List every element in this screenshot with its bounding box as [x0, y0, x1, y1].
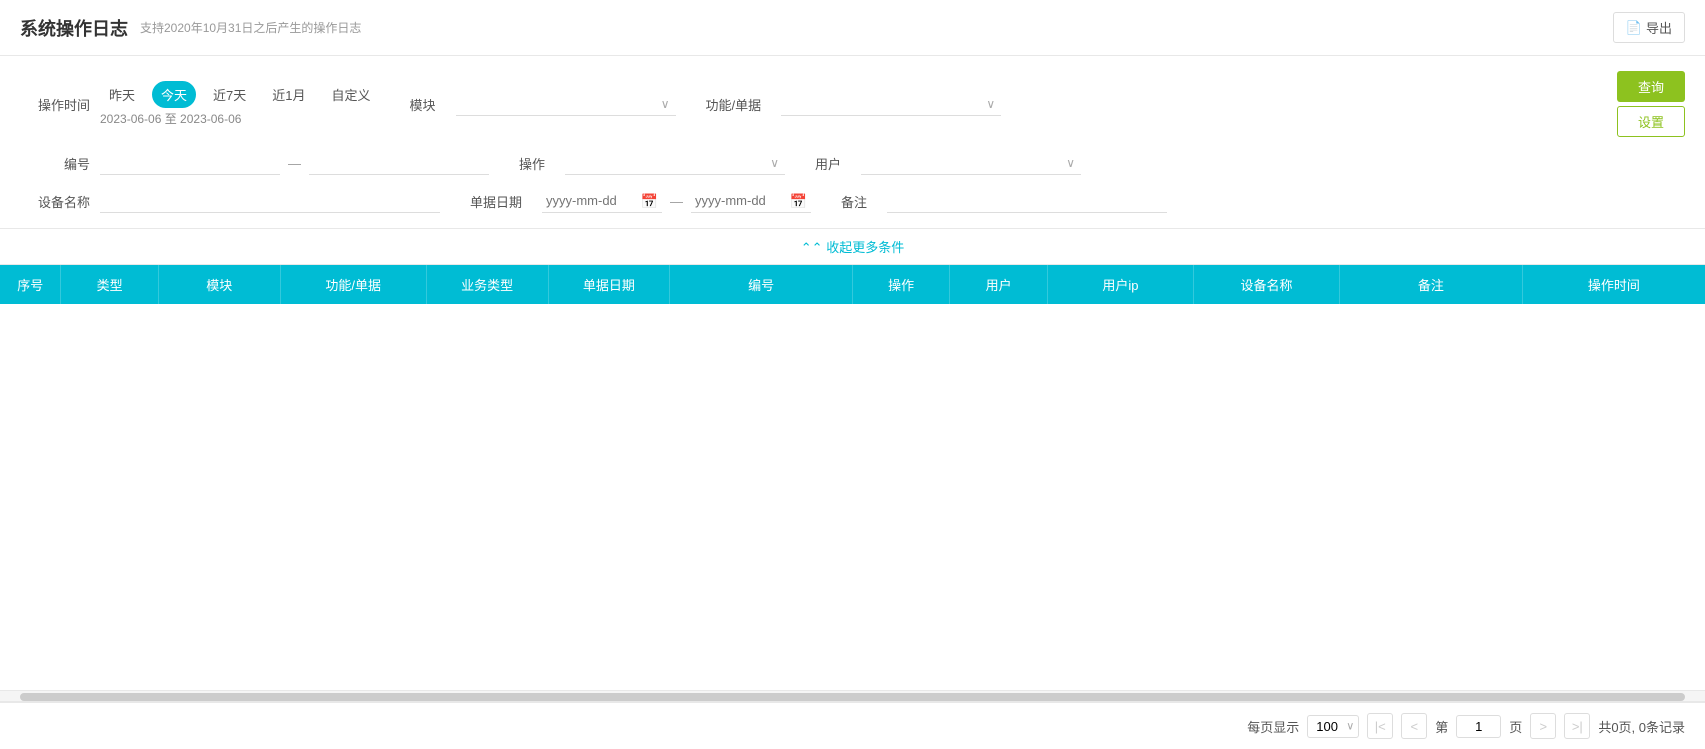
col-seq: 序号 — [0, 265, 61, 304]
module-select[interactable] — [456, 92, 676, 116]
page-label-prefix: 第 — [1435, 717, 1448, 736]
col-operation: 操作 — [852, 265, 949, 304]
col-func: 功能/单据 — [280, 265, 426, 304]
time-label: 操作时间 — [20, 95, 100, 114]
calendar-to-icon[interactable]: 📅 — [790, 193, 807, 210]
total-label: 共0页, 0条记录 — [1598, 717, 1685, 736]
col-user-ip: 用户ip — [1047, 265, 1193, 304]
settings-button[interactable]: 设置 — [1617, 106, 1685, 137]
user-filter: 用户 — [815, 151, 1081, 175]
time-btn-7days[interactable]: 近7天 — [204, 81, 255, 108]
operation-select[interactable] — [565, 151, 785, 175]
page-label-suffix: 页 — [1509, 717, 1522, 736]
module-select-wrapper — [456, 92, 676, 116]
export-button[interactable]: 📄 导出 — [1613, 12, 1685, 43]
col-type: 类型 — [61, 265, 158, 304]
export-label: 导出 — [1646, 18, 1672, 37]
time-btn-1month[interactable]: 近1月 — [263, 81, 314, 108]
col-remark: 备注 — [1340, 265, 1523, 304]
func-select[interactable] — [781, 92, 1001, 116]
module-label: 模块 — [410, 95, 446, 114]
col-biz-type: 业务类型 — [426, 265, 548, 304]
action-buttons: 查询 设置 — [1617, 71, 1685, 137]
scrollbar-area[interactable] — [0, 690, 1705, 702]
doc-date-label: 单据日期 — [470, 192, 532, 211]
num-from-input[interactable] — [100, 151, 280, 175]
empty-area — [0, 304, 1705, 654]
query-button[interactable]: 查询 — [1617, 71, 1685, 102]
time-filter-group: 昨天 今天 近7天 近1月 自定义 — [100, 81, 380, 108]
operation-filter: 操作 — [519, 151, 785, 175]
scrollbar-track — [20, 693, 1685, 701]
operation-select-wrapper — [565, 151, 785, 175]
operation-label: 操作 — [519, 154, 555, 173]
device-input[interactable] — [100, 189, 440, 213]
prev-page-btn[interactable]: < — [1401, 713, 1427, 739]
last-page-btn[interactable]: >| — [1564, 713, 1590, 739]
col-user: 用户 — [950, 265, 1047, 304]
user-select-wrapper — [861, 151, 1081, 175]
num-to-input[interactable] — [309, 151, 489, 175]
func-select-wrapper — [781, 92, 1001, 116]
col-doc-date: 单据日期 — [548, 265, 670, 304]
time-btn-custom[interactable]: 自定义 — [323, 81, 380, 108]
calendar-from-icon[interactable]: 📅 — [641, 193, 658, 210]
data-table: 序号 类型 模块 功能/单据 业务类型 单据日期 编号 操作 用户 用户ip 设… — [0, 265, 1705, 304]
col-op-time: 操作时间 — [1522, 265, 1705, 304]
device-label: 设备名称 — [20, 192, 100, 211]
pagination-bar: 每页显示 100 50 200 |< < 第 页 > >| 共0页, 0条记录 — [0, 702, 1705, 749]
page-subtitle: 支持2020年10月31日之后产生的操作日志 — [140, 19, 361, 36]
remark-label: 备注 — [841, 192, 877, 211]
collapse-icon: ⌃⌃ — [801, 240, 823, 255]
num-label: 编号 — [20, 154, 100, 173]
num-dash: — — [288, 156, 301, 171]
col-module: 模块 — [158, 265, 280, 304]
collapse-bar[interactable]: ⌃⌃ 收起更多条件 — [0, 229, 1705, 265]
col-num: 编号 — [670, 265, 853, 304]
doc-date-filter: 单据日期 📅 — 📅 — [470, 189, 811, 213]
date-range-display: 2023-06-06 至 2023-06-06 — [100, 110, 380, 127]
time-btn-yesterday[interactable]: 昨天 — [100, 81, 144, 108]
module-filter: 模块 — [410, 92, 676, 116]
page-size-wrapper: 100 50 200 — [1307, 715, 1359, 738]
current-page-input[interactable] — [1456, 715, 1501, 738]
page-size-label: 每页显示 — [1247, 717, 1299, 736]
page-size-select[interactable]: 100 50 200 — [1307, 715, 1359, 738]
page-title: 系统操作日志 — [20, 15, 128, 41]
first-page-btn[interactable]: |< — [1367, 713, 1393, 739]
user-select[interactable] — [861, 151, 1081, 175]
collapse-label: 收起更多条件 — [826, 240, 904, 255]
export-icon: 📄 — [1626, 20, 1642, 36]
func-label: 功能/单据 — [706, 95, 772, 114]
func-filter: 功能/单据 — [706, 92, 1002, 116]
col-device: 设备名称 — [1193, 265, 1339, 304]
next-page-btn[interactable]: > — [1530, 713, 1556, 739]
date-dash: — — [670, 194, 683, 209]
table-header-row: 序号 类型 模块 功能/单据 业务类型 单据日期 编号 操作 用户 用户ip 设… — [0, 265, 1705, 304]
date-to-wrapper: 📅 — [691, 189, 811, 213]
user-label: 用户 — [815, 154, 851, 173]
time-btn-today[interactable]: 今天 — [152, 81, 196, 108]
remark-input[interactable] — [887, 189, 1167, 213]
remark-filter: 备注 — [841, 189, 1167, 213]
table-container: 序号 类型 模块 功能/单据 业务类型 单据日期 编号 操作 用户 用户ip 设… — [0, 265, 1705, 690]
date-from-wrapper: 📅 — [542, 189, 662, 213]
